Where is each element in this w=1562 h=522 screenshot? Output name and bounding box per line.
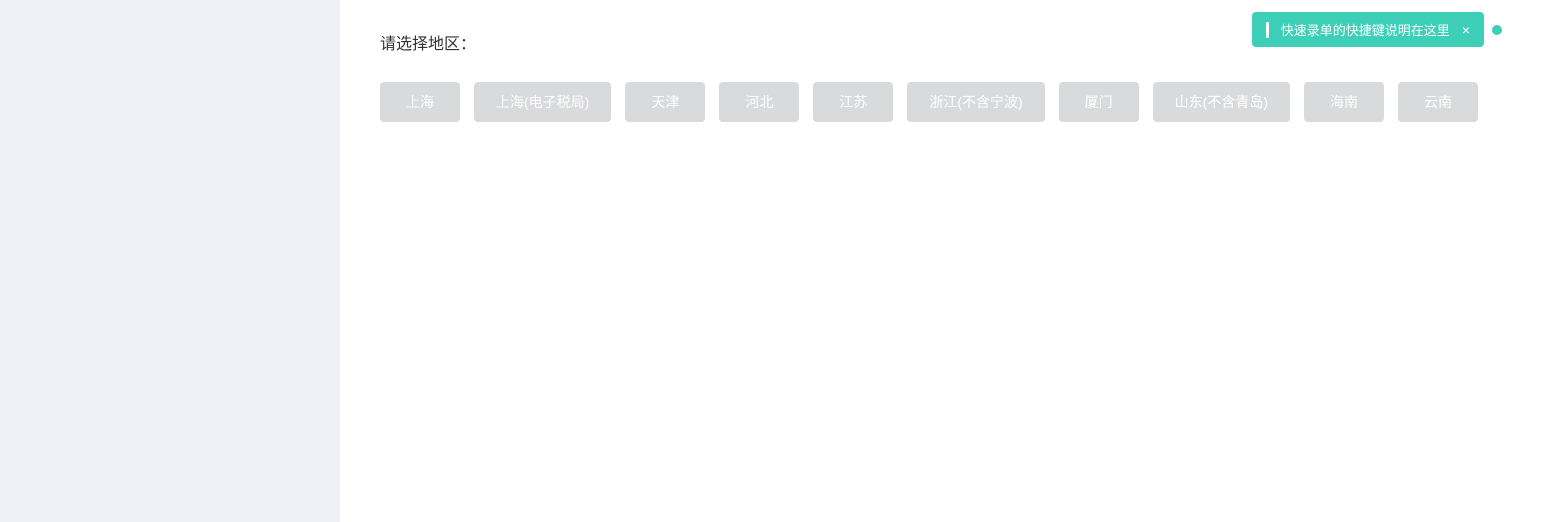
main-content: 快速录单的快捷键说明在这里 × 请选择地区： 上海上海(电子税局)天津河北江苏浙… <box>340 0 1562 522</box>
tooltip-dot <box>1492 25 1502 35</box>
region-button-3[interactable]: 河北 <box>719 82 799 122</box>
tooltip-text: 快速录单的快捷键说明在这里 <box>1281 20 1450 39</box>
tooltip-container: 快速录单的快捷键说明在这里 × <box>1252 12 1502 47</box>
region-button-6[interactable]: 厦门 <box>1059 82 1139 122</box>
region-button-2[interactable]: 天津 <box>625 82 705 122</box>
region-button-9[interactable]: 云南 <box>1398 82 1478 122</box>
region-button-7[interactable]: 山东(不含青岛) <box>1153 82 1290 122</box>
sidebar <box>0 0 340 522</box>
region-button-5[interactable]: 浙江(不含宁波) <box>907 82 1044 122</box>
tooltip-close-button[interactable]: × <box>1462 22 1470 38</box>
region-button-1[interactable]: 上海(电子税局) <box>474 82 611 122</box>
tooltip-box: 快速录单的快捷键说明在这里 × <box>1252 12 1484 47</box>
region-button-4[interactable]: 江苏 <box>813 82 893 122</box>
region-buttons-container: 上海上海(电子税局) 天津河北江苏浙江(不含宁波) 厦门山东(不含青岛) 海南云南 <box>380 82 1522 122</box>
region-button-0[interactable]: 上海 <box>380 82 460 122</box>
region-button-8[interactable]: 海南 <box>1304 82 1384 122</box>
tooltip-bar <box>1266 22 1269 38</box>
